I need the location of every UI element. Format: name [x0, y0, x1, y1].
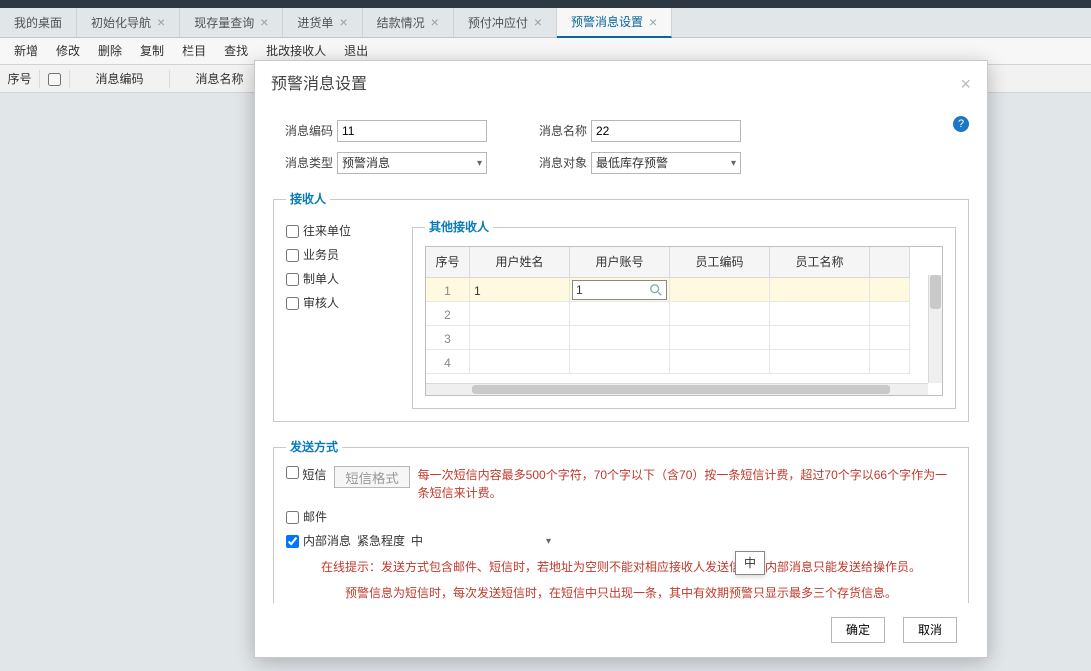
recipients-group: 接收人 往来单位 业务员 制单人 审核人 其他接收人 序号 用户姓名: [273, 190, 969, 422]
send-hint-2: 预警信息为短信时，每次发送短信时，在短信中只出现一条，其中有效期预警只显示最多三…: [286, 584, 956, 602]
ok-button[interactable]: 确定: [831, 617, 885, 643]
help-icon[interactable]: ?: [953, 116, 969, 132]
chevron-down-icon: ▾: [477, 156, 482, 171]
th-user-acct: 用户账号: [570, 247, 670, 278]
chk-salesman[interactable]: 业务员: [286, 246, 396, 264]
sms-note: 每一次短信内容最多500个字符，70个字以下（含70）按一条短信计费，超过70个…: [418, 466, 956, 502]
dialog-title: 预警消息设置: [271, 73, 367, 97]
user-acct-lookup[interactable]: 1: [572, 280, 667, 300]
cell-row3-seq: 3: [426, 326, 470, 350]
chk-mail[interactable]: 邮件: [286, 508, 956, 526]
send-hint-1: 在线提示：发送方式包含邮件、短信时，若地址为空则不能对相应接收人发送信息。内部消…: [286, 558, 956, 576]
close-icon[interactable]: ×: [960, 71, 971, 98]
send-method-group: 发送方式 短信 短信格式 每一次短信内容最多500个字符，70个字以下（含70）…: [273, 438, 969, 603]
send-method-legend: 发送方式: [286, 438, 342, 456]
chevron-down-icon: ▾: [546, 534, 551, 549]
chevron-down-icon: ▾: [731, 156, 736, 171]
cell-row1-acct[interactable]: 1: [570, 278, 670, 302]
th-emp-code: 员工编码: [670, 247, 770, 278]
cancel-button[interactable]: 取消: [903, 617, 957, 643]
label-msg-type: 消息类型: [273, 154, 333, 172]
urgency-option-popup[interactable]: 中: [735, 551, 765, 575]
th-emp-name: 员工名称: [770, 247, 870, 278]
other-recipients-table: 序号 用户姓名 用户账号 员工编码 员工名称 1 1 1: [426, 247, 942, 374]
chk-auditor[interactable]: 审核人: [286, 294, 396, 312]
msg-obj-select[interactable]: 最低库存预警 ▾: [591, 152, 741, 174]
th-user-name: 用户姓名: [470, 247, 570, 278]
chk-sms[interactable]: 短信: [286, 466, 326, 484]
other-recipients-legend: 其他接收人: [425, 218, 493, 236]
recipients-legend: 接收人: [286, 190, 330, 208]
label-msg-name: 消息名称: [527, 122, 587, 140]
sms-format-button[interactable]: 短信格式: [334, 466, 409, 488]
other-recipients-group: 其他接收人 序号 用户姓名 用户账号 员工编码 员工名称 1 1: [412, 218, 956, 409]
urgency-select[interactable]: 中 ▾: [411, 532, 551, 550]
label-msg-code: 消息编码: [273, 122, 333, 140]
chk-partner[interactable]: 往来单位: [286, 222, 396, 240]
cell-row2-seq: 2: [426, 302, 470, 326]
cell-row4-seq: 4: [426, 350, 470, 374]
table-hscroll[interactable]: [426, 383, 928, 395]
chk-internal-msg[interactable]: 内部消息: [286, 532, 351, 550]
search-icon[interactable]: [649, 283, 663, 297]
alert-settings-dialog: 预警消息设置 × ? 消息编码 消息名称 消息类型 预警消息 ▾: [254, 60, 988, 658]
table-vscroll[interactable]: [928, 275, 942, 383]
msg-name-input[interactable]: [591, 120, 741, 142]
msg-code-input[interactable]: [337, 120, 487, 142]
chk-maker[interactable]: 制单人: [286, 270, 396, 288]
cell-row1-name[interactable]: 1: [470, 278, 570, 302]
label-msg-obj: 消息对象: [527, 154, 587, 172]
msg-type-select[interactable]: 预警消息 ▾: [337, 152, 487, 174]
th-seq: 序号: [426, 247, 470, 278]
th-extra: [870, 247, 910, 278]
urgency-label: 紧急程度: [357, 532, 405, 550]
cell-row1-seq: 1: [426, 278, 470, 302]
